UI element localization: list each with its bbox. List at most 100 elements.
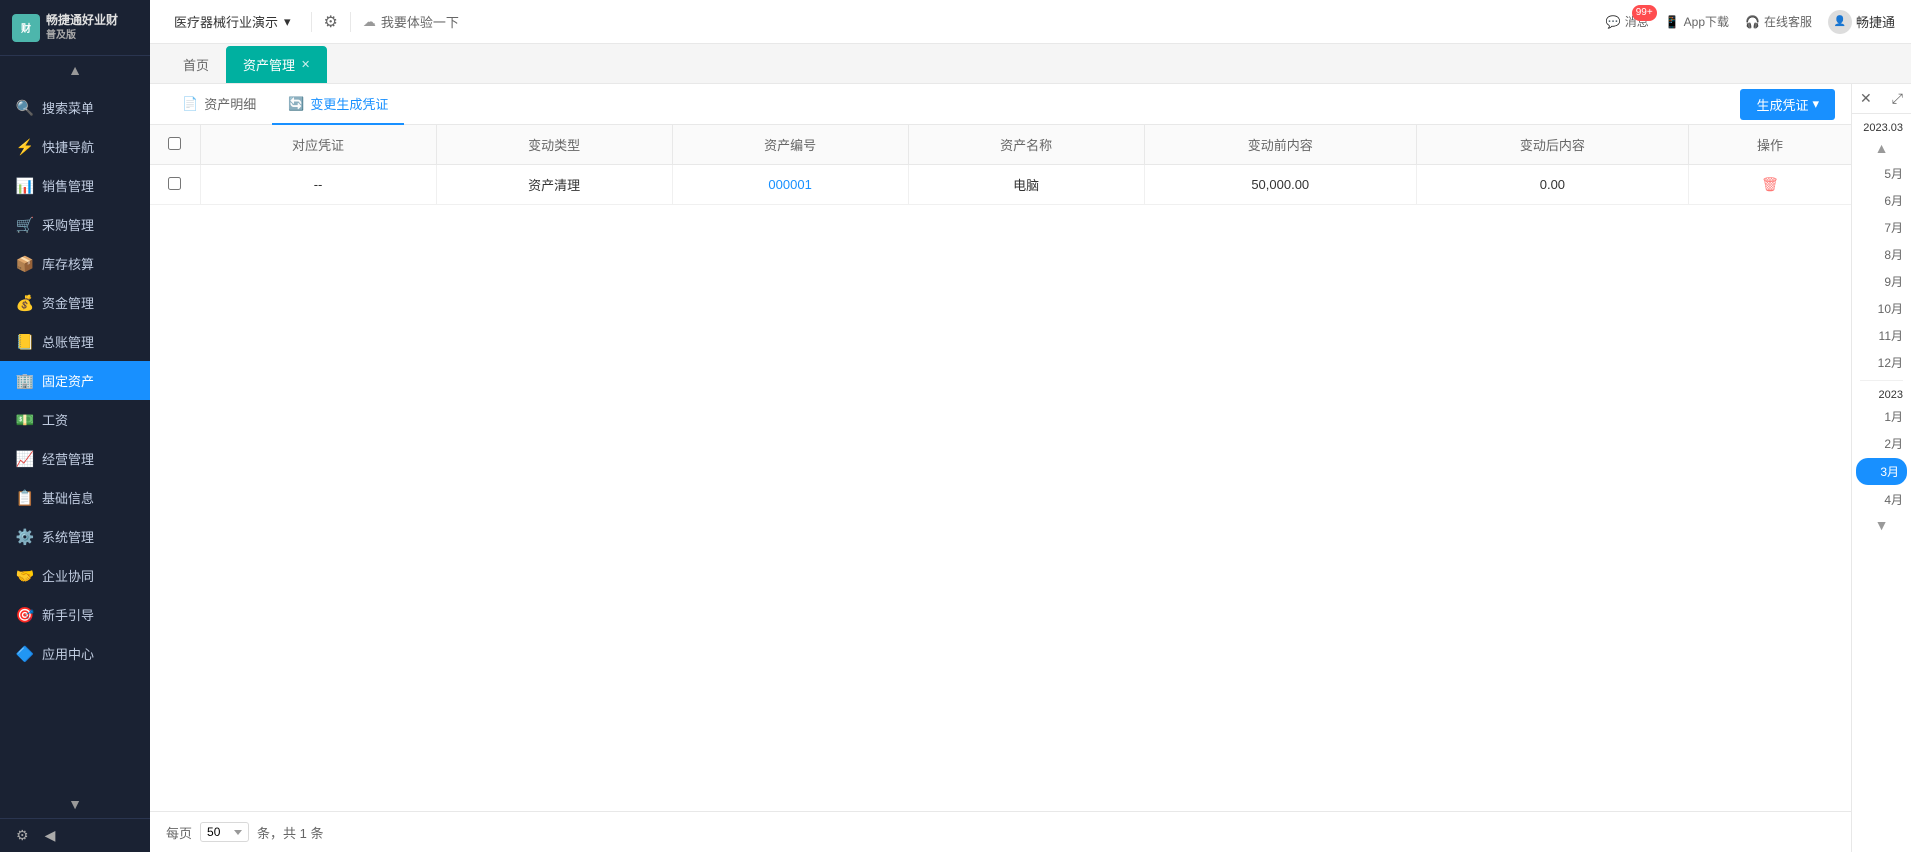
year-2023-label: 2023 [1852,385,1911,403]
experience-btn[interactable]: ☁ 我要体验一下 [363,12,459,31]
month-item-7[interactable]: 7月 [1852,214,1911,241]
settings-icon[interactable]: ⚙ [16,827,29,844]
month-item-2023-4[interactable]: 4月 [1852,486,1911,513]
sidebar-item-finance[interactable]: 💰 资金管理 [0,283,150,322]
company-name: 医疗器械行业演示 [174,12,278,31]
sidebar-item-system[interactable]: ⚙️ 系统管理 [0,517,150,556]
subtab-change-voucher[interactable]: 🔄 变更生成凭证 [272,84,404,125]
username: 畅捷通 [1856,12,1895,31]
year-divider [1860,380,1903,381]
right-panel-header: ✕ ⤢ [1852,84,1911,114]
sidebar-label-search: 搜索菜单 [42,98,94,117]
sidebar-item-basic-info[interactable]: 📋 基础信息 [0,478,150,517]
quick-nav-icon: ⚡ [16,138,34,156]
search-icon: 🔍 [16,99,34,117]
per-page-select[interactable]: 50 10 20 100 [200,822,249,842]
app-download-btn[interactable]: 📱 App下载 [1665,13,1729,30]
company-dropdown-icon: ▾ [284,14,291,30]
month-item-6[interactable]: 6月 [1852,187,1911,214]
sidebar-label-system: 系统管理 [42,527,94,546]
right-panel: ✕ ⤢ 2023.03 ▲ 5月 6月 7月 8月 9月 10月 11月 12月… [1851,84,1911,852]
sales-icon: 📊 [16,177,34,195]
month-item-2023-3[interactable]: 3月 [1856,458,1907,485]
sidebar-item-operations[interactable]: 📈 经营管理 [0,439,150,478]
company-selector[interactable]: 医疗器械行业演示 ▾ [166,8,299,35]
panel-close-icon[interactable]: ✕ [1860,90,1872,107]
experience-text: 我要体验一下 [381,12,459,31]
asset-no-link[interactable]: 000001 [768,177,811,192]
months-scroll-up[interactable]: ▲ [1852,136,1911,160]
app-logo: 财 畅捷通好业财 普及版 [0,0,150,56]
month-item-12[interactable]: 12月 [1852,349,1911,376]
row-before-change: 50,000.00 [1144,165,1416,205]
sidebar-nav: 🔍 搜索菜单 ⚡ 快捷导航 📊 销售管理 🛒 采购管理 📦 库存核算 💰 资金管… [0,84,150,790]
sidebar-item-fixed-assets[interactable]: 🏢 固定资产 [0,361,150,400]
month-item-2023-2[interactable]: 2月 [1852,430,1911,457]
current-year-month-label: 2023.03 [1852,118,1911,136]
sub-tabs: 📄 资产明细 🔄 变更生成凭证 生成凭证 ▾ [150,84,1851,125]
tabbar: 首页 资产管理 ✕ [150,44,1911,84]
sidebar-item-apps[interactable]: 🔷 应用中心 [0,634,150,673]
tab-asset-management[interactable]: 资产管理 ✕ [226,46,327,83]
th-voucher: 对应凭证 [200,125,436,165]
customer-service-btn[interactable]: 🎧 在线客服 [1745,13,1812,30]
month-item-10[interactable]: 10月 [1852,295,1911,322]
main-area: 医疗器械行业演示 ▾ ⚙ ☁ 我要体验一下 💬 消息 99+ 📱 App下载 🎧… [150,0,1911,852]
sidebar-label-purchase: 采购管理 [42,215,94,234]
select-all-checkbox[interactable] [168,137,181,150]
message-btn[interactable]: 💬 消息 99+ [1606,13,1649,30]
row-asset-no[interactable]: 000001 [672,165,908,205]
row-after-change: 0.00 [1416,165,1688,205]
sidebar-item-purchase[interactable]: 🛒 采购管理 [0,205,150,244]
data-table: 对应凭证 变动类型 资产编号 资产名称 变动前内容 变动后内容 操作 [150,125,1851,205]
th-before-change: 变动前内容 [1144,125,1416,165]
panel-expand-icon[interactable]: ⤢ [1892,90,1903,107]
sidebar-label-ledger: 总账管理 [42,332,94,351]
generate-voucher-button[interactable]: 生成凭证 ▾ [1740,89,1835,120]
row-checkbox[interactable] [168,177,181,190]
app-download-icon: 📱 [1665,15,1680,29]
sidebar-scroll-down[interactable]: ▼ [0,792,150,816]
th-asset-no: 资产编号 [672,125,908,165]
fixed-assets-icon: 🏢 [16,372,34,390]
sidebar-label-guide: 新手引导 [42,605,94,624]
sidebar-scroll-up[interactable]: ▲ [0,58,150,82]
month-item-5[interactable]: 5月 [1852,160,1911,187]
sidebar-item-payroll[interactable]: 💵 工资 [0,400,150,439]
month-item-11[interactable]: 11月 [1852,322,1911,349]
sidebar-footer: ⚙ ◀ [0,818,150,852]
month-item-2023-1[interactable]: 1月 [1852,403,1911,430]
month-item-9[interactable]: 9月 [1852,268,1911,295]
sidebar-item-guide[interactable]: 🎯 新手引导 [0,595,150,634]
sidebar-item-sales[interactable]: 📊 销售管理 [0,166,150,205]
tab-home[interactable]: 首页 [166,46,226,83]
sidebar-label-finance: 资金管理 [42,293,94,312]
change-voucher-label: 变更生成凭证 [310,94,388,113]
system-icon: ⚙️ [16,528,34,546]
sidebar-item-quick-nav[interactable]: ⚡ 快捷导航 [0,127,150,166]
months-scroll-down[interactable]: ▼ [1852,513,1911,537]
table-container: 对应凭证 变动类型 资产编号 资产名称 变动前内容 变动后内容 操作 [150,125,1851,811]
sidebar-item-ledger[interactable]: 📒 总账管理 [0,322,150,361]
sidebar-item-search[interactable]: 🔍 搜索菜单 [0,88,150,127]
th-asset-name: 资产名称 [908,125,1144,165]
table-row: -- 资产清理 000001 电脑 50,000.00 0.00 🗑 [150,165,1851,205]
collapse-sidebar-icon[interactable]: ◀ [45,827,56,844]
settings-gear-icon[interactable]: ⚙ [324,12,338,32]
tab-close-icon[interactable]: ✕ [301,58,310,71]
guide-icon: 🎯 [16,606,34,624]
asset-list-icon: 📄 [182,96,198,112]
sidebar-label-inventory: 库存核算 [42,254,94,273]
user-menu[interactable]: 👤 畅捷通 [1828,10,1895,34]
subtab-asset-list[interactable]: 📄 资产明细 [166,84,272,125]
app-download-label: App下载 [1684,13,1729,30]
delete-icon[interactable]: 🗑 [1761,176,1779,192]
sidebar-item-enterprise[interactable]: 🤝 企业协同 [0,556,150,595]
year-months-list: 2023.03 ▲ 5月 6月 7月 8月 9月 10月 11月 12月 202… [1852,114,1911,852]
app-edition: 普及版 [46,29,118,42]
sidebar-label-enterprise: 企业协同 [42,566,94,585]
month-item-8[interactable]: 8月 [1852,241,1911,268]
generate-label: 生成凭证 [1756,95,1808,114]
basic-info-icon: 📋 [16,489,34,507]
sidebar-item-inventory[interactable]: 📦 库存核算 [0,244,150,283]
